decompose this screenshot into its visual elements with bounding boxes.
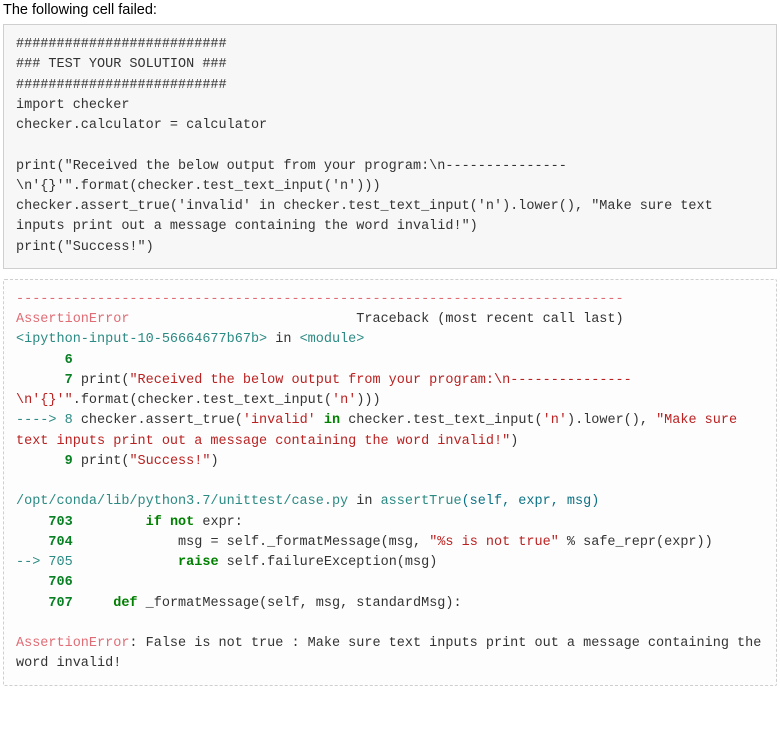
l704-str: "%s is not true" [429, 535, 559, 550]
traceback-output: ----------------------------------------… [3, 279, 777, 686]
l8-n: 'n' [543, 413, 567, 428]
l703-3: expr: [194, 515, 243, 530]
traceback-header-spacer [129, 312, 356, 327]
l703-1 [73, 515, 146, 530]
line-706-num: 706 [16, 575, 73, 590]
l707-2: _formatMessage(self, msg, standardMsg): [138, 596, 462, 611]
frame2-args: (self, expr, msg) [462, 494, 600, 509]
error-name: AssertionError [16, 312, 129, 327]
line-6-num: 6 [16, 353, 73, 368]
frame1-file: <ipython-input-10-56664677b67b> [16, 332, 267, 347]
final-error-name: AssertionError [16, 636, 129, 651]
l8-a: checker.assert_true [73, 413, 235, 428]
line-704-num: 704 [16, 535, 73, 550]
l8-lower: .lower [575, 413, 624, 428]
l705-1 [73, 555, 178, 570]
l8-comma: , [640, 413, 656, 428]
l707-1 [73, 596, 114, 611]
l8-p5: ) [510, 434, 518, 449]
dash-line: ----------------------------------------… [16, 292, 624, 307]
frame2-file: /opt/conda/lib/python3.7/unittest/case.p… [16, 494, 348, 509]
failed-cell-code: ########################## ### TEST YOUR… [3, 24, 777, 269]
l7-print: print [73, 373, 122, 388]
line-9-num: 9 [16, 454, 73, 469]
l8-p4: () [624, 413, 640, 428]
l8-p1: ( [235, 413, 243, 428]
l705-2: self.failureException(msg) [219, 555, 438, 570]
traceback-header: Traceback (most recent call last) [356, 312, 623, 327]
line-7-num: 7 [16, 373, 73, 388]
l7-format: .format [73, 393, 130, 408]
in-word: in [267, 332, 299, 347]
line-6 [73, 353, 81, 368]
l8-inv: 'invalid' [243, 413, 316, 428]
l707-def: def [113, 596, 137, 611]
final-error-msg: : False is not true : Make sure text inp… [16, 636, 769, 671]
l8-p2: ( [535, 413, 543, 428]
l704-1: msg = self._formatMessage(msg, [73, 535, 429, 550]
frame2-in: in [348, 494, 380, 509]
l703-if: if [146, 515, 162, 530]
l8-b: checker.test_text_input [348, 413, 534, 428]
l9-s: "Success!" [129, 454, 210, 469]
l7-arg: 'n' [332, 393, 356, 408]
line-705-arrow: --> 705 [16, 555, 73, 570]
l7-close: ))) [356, 393, 380, 408]
l704-2: % safe_repr(expr)) [559, 535, 713, 550]
line-703-num: 703 [16, 515, 73, 530]
l8-in: in [316, 413, 348, 428]
l7-p2: ( [129, 393, 137, 408]
line-8-arrow: ----> 8 [16, 413, 73, 428]
l705-raise: raise [178, 555, 219, 570]
l703-2 [162, 515, 170, 530]
l9-p2: ) [210, 454, 218, 469]
l7-chk: checker.test_text_input [138, 393, 324, 408]
frame1-module: <module> [300, 332, 365, 347]
line-707-num: 707 [16, 596, 73, 611]
l703-not: not [170, 515, 194, 530]
l9-print: print [73, 454, 122, 469]
l706 [73, 575, 81, 590]
l8-p3: ) [567, 413, 575, 428]
error-heading: The following cell failed: [0, 0, 780, 24]
l7-p3: ( [324, 393, 332, 408]
frame2-func: assertTrue [381, 494, 462, 509]
